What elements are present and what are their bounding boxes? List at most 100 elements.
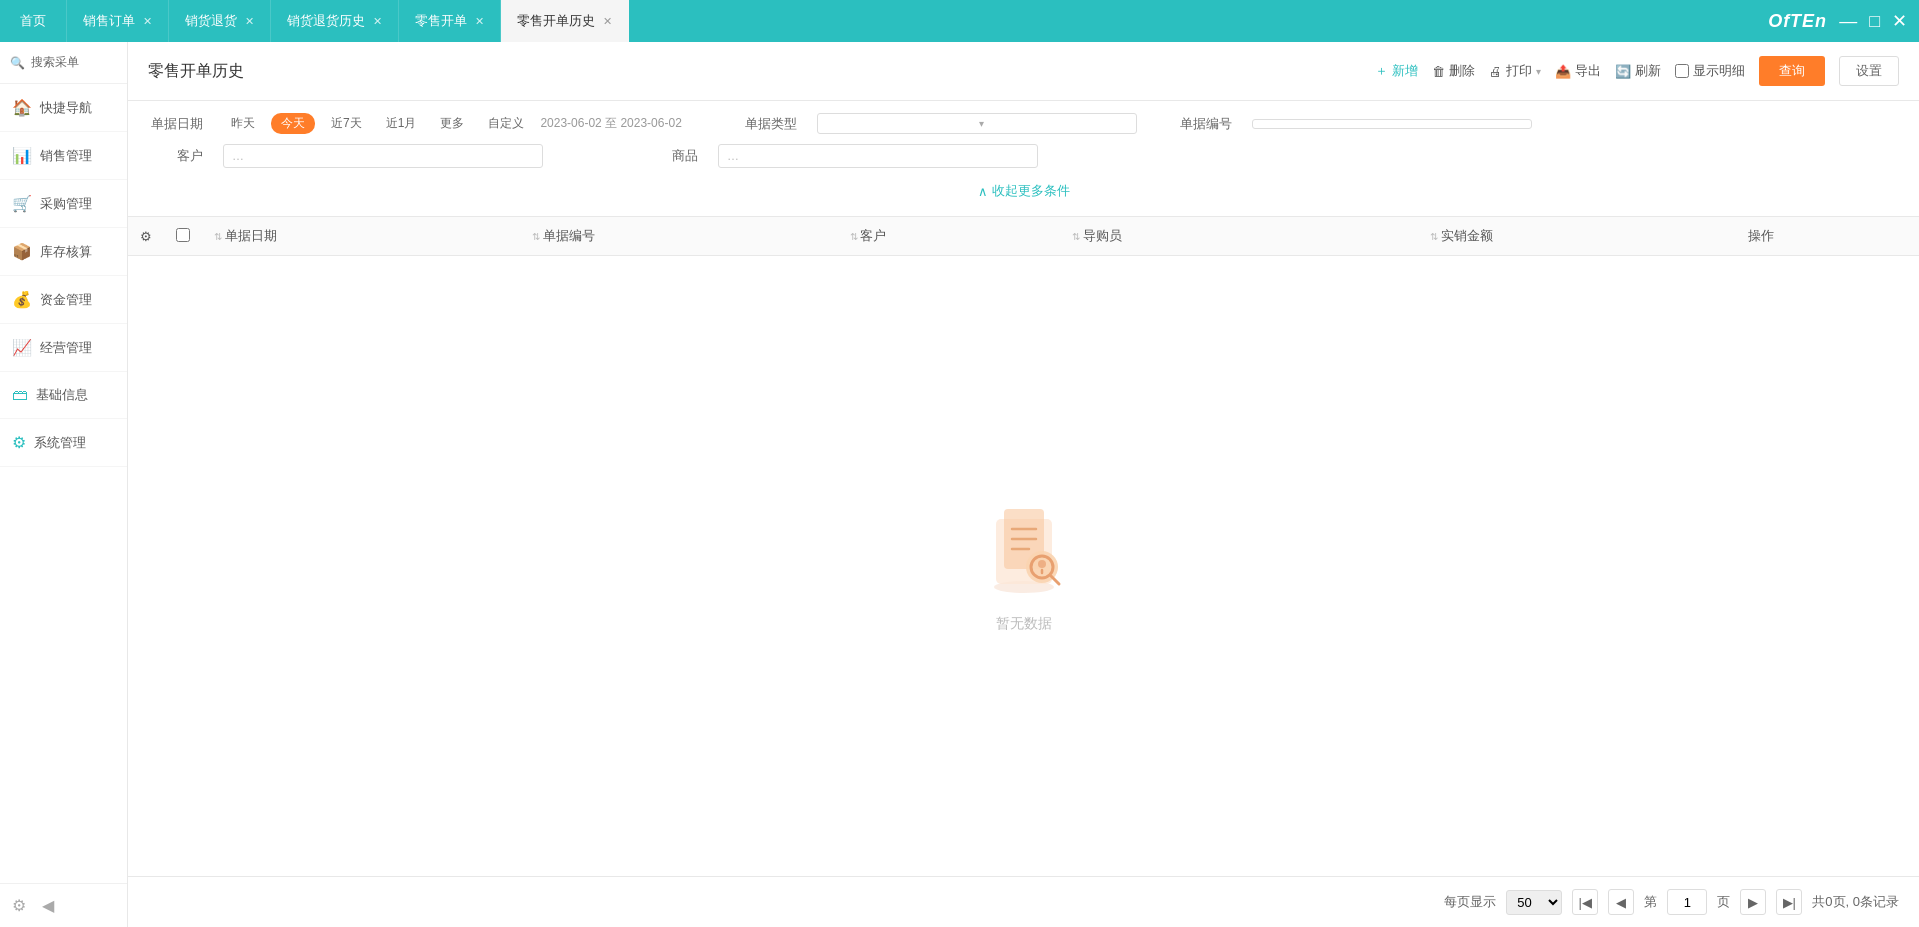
data-table: ⚙ ⇅ 单据日期 ⇅ 单据编号: [128, 217, 1919, 256]
sidebar-item-quick-nav[interactable]: 🏠 快捷导航: [0, 84, 127, 132]
minimize-btn[interactable]: —: [1839, 11, 1857, 32]
tab-sales-return[interactable]: 销货退货 ✕: [169, 0, 271, 42]
tab-sales-order-close[interactable]: ✕: [143, 15, 152, 28]
display-detail-toggle[interactable]: 显示明细: [1675, 62, 1745, 80]
sidebar-item-label: 经营管理: [40, 339, 92, 357]
page-input[interactable]: [1667, 889, 1707, 915]
pagination: 每页显示 20 50 100 200 |◀ ◀ 第 页 ▶ ▶| 共0页, 0条…: [128, 876, 1919, 927]
th-gear: ⚙: [128, 217, 164, 256]
sidebar-collapse-icon[interactable]: ◀: [42, 896, 54, 915]
goods-label: 商品: [643, 147, 698, 165]
sidebar-item-system[interactable]: ⚙ 系统管理: [0, 419, 127, 467]
tab-sales-return-history-close[interactable]: ✕: [373, 15, 382, 28]
tab-sales-return-history[interactable]: 销货退货历史 ✕: [271, 0, 399, 42]
export-button[interactable]: 📤 导出: [1555, 62, 1601, 80]
print-icon: 🖨: [1489, 64, 1502, 79]
operations-icon: 📈: [12, 338, 32, 357]
table-header-row: ⚙ ⇅ 单据日期 ⇅ 单据编号: [128, 217, 1919, 256]
date-btn-yesterday[interactable]: 昨天: [223, 113, 263, 134]
sidebar-item-finance[interactable]: 💰 资金管理: [0, 276, 127, 324]
main-layout: 🔍 搜索采单 🏠 快捷导航 📊 销售管理 🛒 采购管理 📦 库存核算 💰 资金管…: [0, 42, 1919, 927]
select-all-checkbox[interactable]: [176, 228, 190, 242]
tab-retail-open-history-close[interactable]: ✕: [603, 15, 612, 28]
th-salesperson[interactable]: ⇅ 导购员: [1060, 217, 1330, 256]
tab-retail-open-close[interactable]: ✕: [475, 15, 484, 28]
tab-sales-return-close[interactable]: ✕: [245, 15, 254, 28]
tab-home[interactable]: 首页: [0, 0, 67, 42]
maximize-btn[interactable]: □: [1869, 11, 1880, 32]
sidebar-item-inventory[interactable]: 📦 库存核算: [0, 228, 127, 276]
svg-point-9: [1038, 560, 1046, 568]
next-page-btn[interactable]: ▶: [1740, 889, 1766, 915]
sidebar-item-operations[interactable]: 📈 经营管理: [0, 324, 127, 372]
th-no-sort-icon: ⇅: [532, 231, 543, 242]
add-button[interactable]: ＋ 新增: [1375, 62, 1418, 80]
goods-input[interactable]: …: [718, 144, 1038, 168]
inventory-icon: 📦: [12, 242, 32, 261]
prev-page-btn[interactable]: ◀: [1608, 889, 1634, 915]
customer-label: 客户: [148, 147, 203, 165]
filter-area: 单据日期 昨天 今天 近7天 近1月 更多 自定义 2023-06-02 至 2…: [128, 101, 1919, 217]
date-btn-today[interactable]: 今天: [271, 113, 315, 134]
customer-input[interactable]: …: [223, 144, 543, 168]
setting-button[interactable]: 设置: [1839, 56, 1899, 86]
tab-sales-return-label: 销货退货: [185, 12, 237, 30]
close-btn[interactable]: ✕: [1892, 10, 1907, 32]
th-amount[interactable]: ⇅ 实销金额: [1418, 217, 1736, 256]
date-btn-1month[interactable]: 近1月: [378, 113, 425, 134]
tab-retail-open-label: 零售开单: [415, 12, 467, 30]
display-detail-checkbox[interactable]: [1675, 64, 1689, 78]
sidebar-item-label: 采购管理: [40, 195, 92, 213]
table-container: ⚙ ⇅ 单据日期 ⇅ 单据编号: [128, 217, 1919, 876]
tab-sales-return-history-label: 销货退货历史: [287, 12, 365, 30]
sidebar-bottom: ⚙ ◀: [0, 883, 127, 927]
th-no[interactable]: ⇅ 单据编号: [520, 217, 838, 256]
bill-no-label: 单据编号: [1177, 115, 1232, 133]
sidebar-item-label: 销售管理: [40, 147, 92, 165]
tab-sales-order-label: 销售订单: [83, 12, 135, 30]
page-header: 零售开单历史 ＋ 新增 🗑 删除 🖨 打印 ▾ 📤 导出: [128, 42, 1919, 101]
sidebar-item-purchase-mgmt[interactable]: 🛒 采购管理: [0, 180, 127, 228]
date-btn-more[interactable]: 更多: [432, 113, 472, 134]
export-label: 导出: [1575, 62, 1601, 80]
last-page-btn[interactable]: ▶|: [1776, 889, 1802, 915]
sidebar-item-label: 快捷导航: [40, 99, 92, 117]
column-settings-icon[interactable]: ⚙: [140, 229, 152, 244]
home-icon: 🏠: [12, 98, 32, 117]
th-checkbox: [164, 217, 202, 256]
bill-no-input[interactable]: [1252, 119, 1532, 129]
svg-line-8: [1051, 576, 1059, 584]
sidebar-item-sales-mgmt[interactable]: 📊 销售管理: [0, 132, 127, 180]
print-label: 打印: [1506, 62, 1532, 80]
per-page-select[interactable]: 20 50 100 200: [1506, 890, 1562, 915]
base-info-icon: 🗃: [12, 386, 28, 404]
date-btn-7days[interactable]: 近7天: [323, 113, 370, 134]
page-title: 零售开单历史: [148, 61, 244, 82]
tab-retail-open-history[interactable]: 零售开单历史 ✕: [501, 0, 629, 42]
sidebar-item-label: 系统管理: [34, 434, 86, 452]
refresh-button[interactable]: 🔄 刷新: [1615, 62, 1661, 80]
sidebar-search[interactable]: 🔍 搜索采单: [0, 42, 127, 84]
print-button[interactable]: 🖨 打印 ▾: [1489, 62, 1541, 80]
bill-type-select[interactable]: ▾: [817, 113, 1137, 134]
th-salesperson-sort-icon: ⇅: [1072, 231, 1083, 242]
sales-icon: 📊: [12, 146, 32, 165]
delete-button[interactable]: 🗑 删除: [1432, 62, 1475, 80]
first-page-btn[interactable]: |◀: [1572, 889, 1598, 915]
purchase-icon: 🛒: [12, 194, 32, 213]
sidebar-item-base-info[interactable]: 🗃 基础信息: [0, 372, 127, 419]
filter-dates: 昨天 今天 近7天 近1月 更多 自定义 2023-06-02 至 2023-0…: [223, 113, 682, 134]
delete-label: 删除: [1449, 62, 1475, 80]
collapse-button[interactable]: ∧ 收起更多条件: [978, 182, 1070, 200]
th-date-sort-icon: ⇅: [214, 231, 225, 242]
query-button[interactable]: 查询: [1759, 56, 1825, 86]
filter-row-1: 单据日期 昨天 今天 近7天 近1月 更多 自定义 2023-06-02 至 2…: [148, 113, 1899, 134]
sidebar-settings-icon[interactable]: ⚙: [12, 896, 26, 915]
date-btn-custom[interactable]: 自定义: [480, 113, 532, 134]
th-customer[interactable]: ⇅ 客户: [838, 217, 1061, 256]
display-detail-label: 显示明细: [1693, 62, 1745, 80]
tab-retail-open[interactable]: 零售开单 ✕: [399, 0, 501, 42]
th-date[interactable]: ⇅ 单据日期: [202, 217, 520, 256]
tab-sales-order[interactable]: 销售订单 ✕: [67, 0, 169, 42]
sidebar-item-label: 库存核算: [40, 243, 92, 261]
